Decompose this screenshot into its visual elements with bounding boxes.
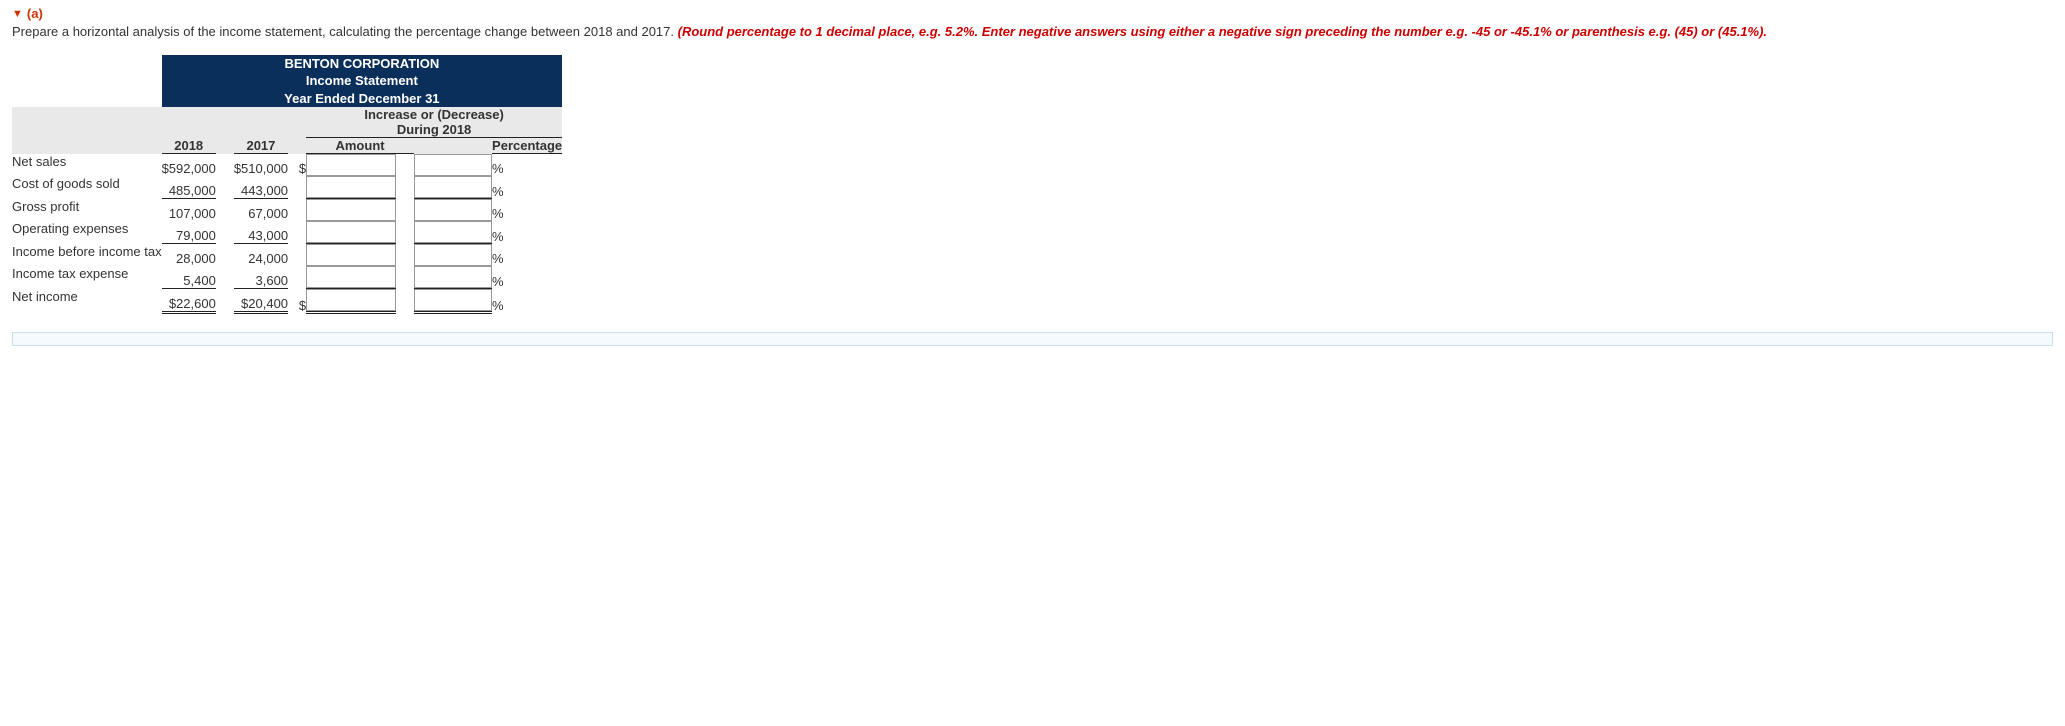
row-label: Net sales <box>12 154 162 177</box>
instructions-text: Prepare a horizontal analysis of the inc… <box>12 24 678 39</box>
amount-input[interactable] <box>306 266 396 288</box>
y2017-value: 443,000 <box>234 176 288 199</box>
income-statement-table: BENTON CORPORATION Income Statement Year… <box>12 55 562 315</box>
y2017-value: $510,000 <box>234 154 288 177</box>
y2018-value: 107,000 <box>162 199 216 222</box>
table-row: Income before income tax28,000 24,000% <box>12 244 562 267</box>
instructions-hint: (Round percentage to 1 decimal place, e.… <box>678 24 1767 39</box>
amount-prefix <box>288 266 306 289</box>
amount-input[interactable] <box>306 199 396 221</box>
amount-prefix <box>288 199 306 222</box>
row-label: Net income <box>12 289 162 313</box>
percentage-input[interactable] <box>414 266 492 288</box>
col-2018: 2018 <box>162 138 216 154</box>
amount-input[interactable] <box>306 289 396 311</box>
table-row: Net income$22,600 $20,400$% <box>12 289 562 313</box>
amount-prefix <box>288 176 306 199</box>
percentage-input[interactable] <box>414 289 492 311</box>
corp-name: BENTON CORPORATION <box>162 55 563 73</box>
y2017-value: 24,000 <box>234 244 288 267</box>
y2017-value: 67,000 <box>234 199 288 222</box>
y2017-value: 3,600 <box>234 266 288 289</box>
section-label: (a) <box>27 6 43 21</box>
collapse-toggle-icon[interactable]: ▼ <box>12 8 23 20</box>
percent-suffix: % <box>492 154 562 177</box>
percent-suffix: % <box>492 221 562 244</box>
row-label: Income before income tax <box>12 244 162 267</box>
percent-suffix: % <box>492 199 562 222</box>
row-label: Cost of goods sold <box>12 176 162 199</box>
amount-prefix: $ <box>288 154 306 177</box>
row-label: Gross profit <box>12 199 162 222</box>
col-2017: 2017 <box>234 138 288 154</box>
y2018-value: 79,000 <box>162 221 216 244</box>
amount-input[interactable] <box>306 176 396 198</box>
footer-panel <box>12 332 2053 346</box>
change-header: Increase or (Decrease) During 2018 <box>306 107 562 138</box>
y2017-value: 43,000 <box>234 221 288 244</box>
y2018-value: $592,000 <box>162 154 216 177</box>
amount-input[interactable] <box>306 244 396 266</box>
row-label: Income tax expense <box>12 266 162 289</box>
y2018-value: 485,000 <box>162 176 216 199</box>
statement-name: Income Statement <box>162 72 563 90</box>
percent-suffix: % <box>492 176 562 199</box>
section-heading[interactable]: ▼ (a) <box>12 6 2053 21</box>
percent-suffix: % <box>492 244 562 267</box>
corp-header: BENTON CORPORATION Income Statement Year… <box>162 55 563 108</box>
y2018-value: $22,600 <box>162 289 216 313</box>
instructions: Prepare a horizontal analysis of the inc… <box>12 23 2053 41</box>
table-row: Operating expenses79,000 43,000% <box>12 221 562 244</box>
percentage-input[interactable] <box>414 221 492 243</box>
percentage-input[interactable] <box>414 199 492 221</box>
row-label: Operating expenses <box>12 221 162 244</box>
period: Year Ended December 31 <box>162 90 563 108</box>
amount-prefix <box>288 221 306 244</box>
y2017-value: $20,400 <box>234 289 288 313</box>
y2018-value: 5,400 <box>162 266 216 289</box>
table-row: Net sales$592,000 $510,000$% <box>12 154 562 177</box>
percent-suffix: % <box>492 289 562 313</box>
amount-prefix: $ <box>288 289 306 313</box>
percent-suffix: % <box>492 266 562 289</box>
col-percentage: Percentage <box>492 138 562 154</box>
amount-prefix <box>288 244 306 267</box>
percentage-input[interactable] <box>414 154 492 176</box>
y2018-value: 28,000 <box>162 244 216 267</box>
percentage-input[interactable] <box>414 176 492 198</box>
amount-input[interactable] <box>306 221 396 243</box>
table-row: Income tax expense5,400 3,600% <box>12 266 562 289</box>
table-row: Gross profit107,000 67,000% <box>12 199 562 222</box>
percentage-input[interactable] <box>414 244 492 266</box>
table-row: Cost of goods sold485,000 443,000% <box>12 176 562 199</box>
amount-input[interactable] <box>306 154 396 176</box>
col-amount: Amount <box>306 138 414 154</box>
